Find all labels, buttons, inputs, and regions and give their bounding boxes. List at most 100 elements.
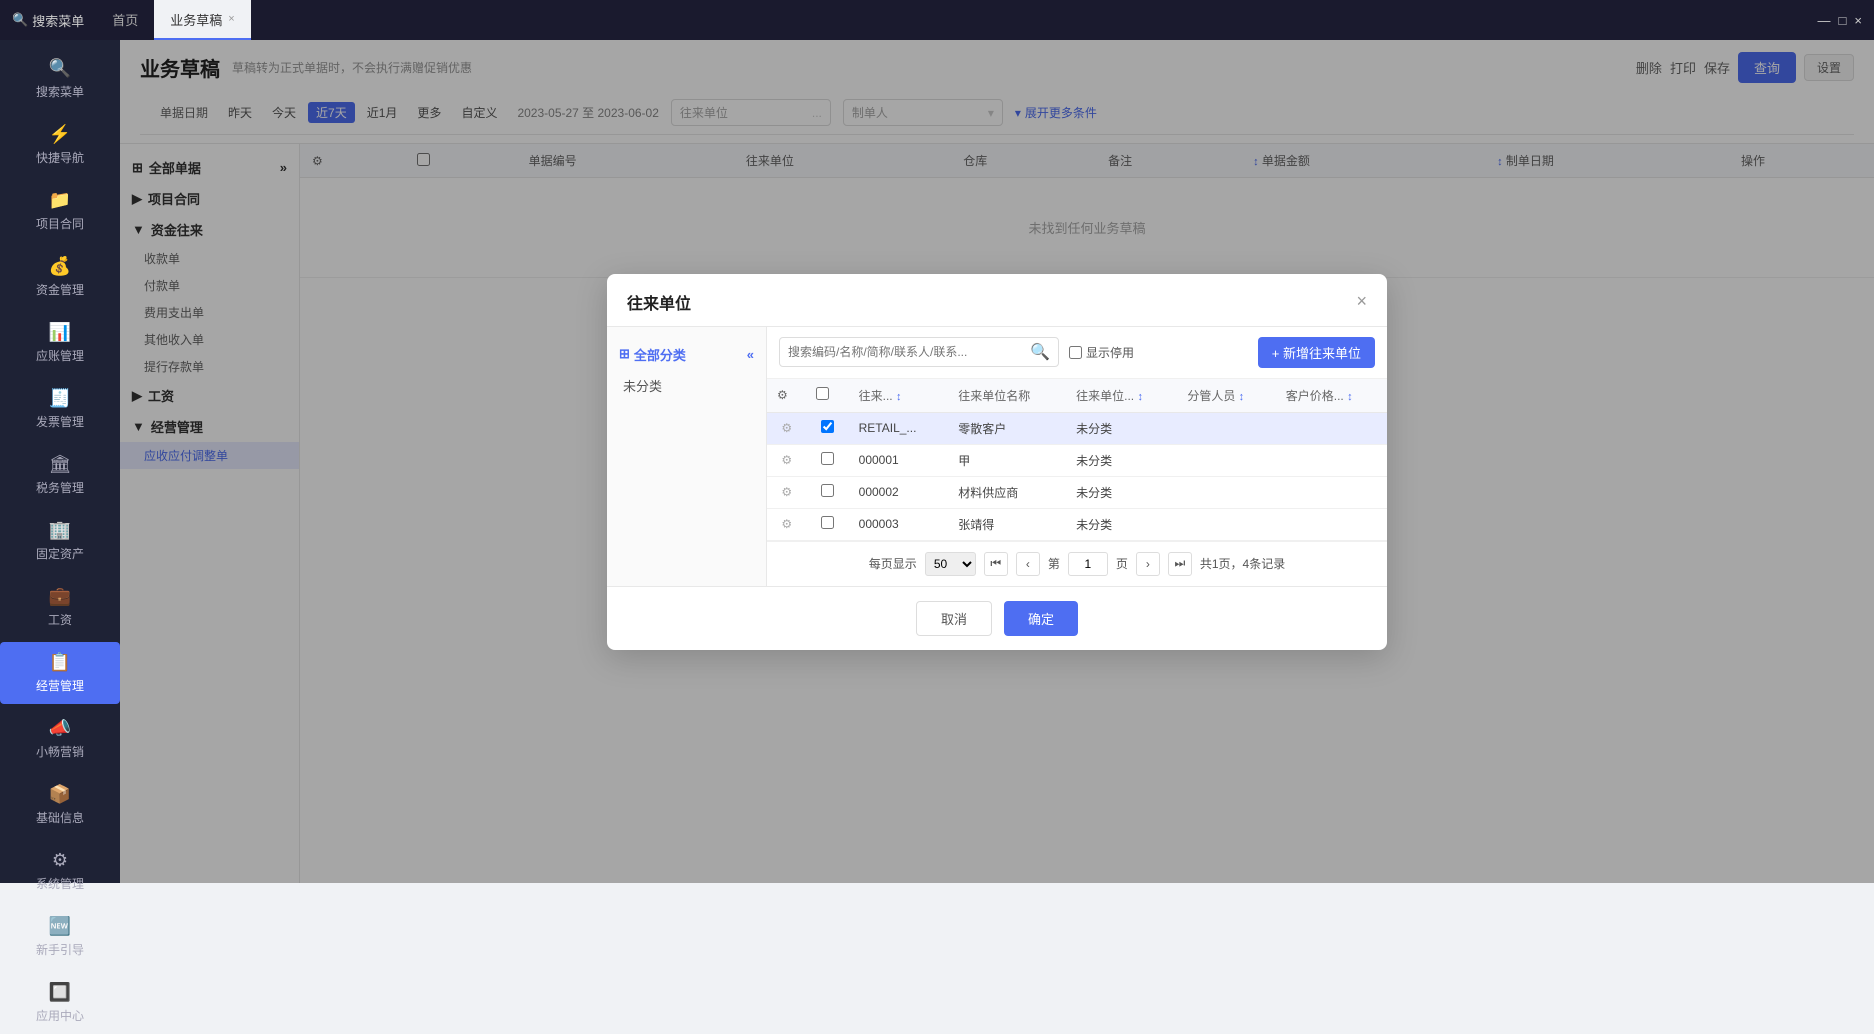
row-settings[interactable]: ⚙ (767, 444, 806, 476)
package-icon: 📦 (49, 784, 71, 805)
sidebar-label-appstore: 应用中心 (36, 1007, 84, 1024)
row-code: 000003 (849, 508, 949, 540)
search-menu[interactable]: 🔍 搜索菜单 (12, 11, 84, 30)
sidebar-label-salary: 工资 (48, 611, 72, 628)
sidebar-item-accounts[interactable]: 📊 应账管理 (0, 312, 120, 374)
sidebar-item-basic[interactable]: 📦 基础信息 (0, 774, 120, 836)
search-icon: 🔍 (49, 58, 71, 79)
collapse-modal-icon[interactable]: « (747, 347, 754, 362)
row-checkbox[interactable] (806, 412, 848, 444)
modal-col-name[interactable]: 往来单位名称 (948, 379, 1066, 413)
page-label-post: 页 (1116, 555, 1128, 572)
partner-modal: 往来单位 × ⊞ 全部分类 « 未分类 (607, 274, 1387, 650)
sidebar-item-quicknav[interactable]: ⚡ 快捷导航 (0, 114, 120, 176)
modal-table-row[interactable]: ⚙ 000003 张靖得 未分类 (767, 508, 1387, 540)
prev-page-btn[interactable]: ‹ (1016, 552, 1040, 576)
next-page-btn[interactable]: › (1136, 552, 1160, 576)
tab-home-label: 首页 (112, 10, 138, 29)
row-person (1177, 508, 1275, 540)
flash-icon: ⚡ (49, 124, 71, 145)
sidebar-item-ops[interactable]: 📋 经营管理 (0, 642, 120, 704)
modal-table: ⚙ 往来... ↕ 往来单位名称 往来单位... ↕ 分管人员 ↕ 客户价格..… (767, 379, 1387, 541)
sidebar-label-ops: 经营管理 (36, 677, 84, 694)
confirm-btn[interactable]: 确定 (1004, 601, 1078, 636)
sidebar-item-search[interactable]: 🔍 搜索菜单 (0, 48, 120, 110)
sidebar-label-search: 搜索菜单 (36, 83, 84, 100)
modal-pagination: 每页显示 50 100 ⏮ ‹ 第 页 › ⏭ 共 (767, 541, 1387, 586)
modal-col-checkbox[interactable] (806, 379, 848, 413)
modal-table-row[interactable]: ⚙ 000002 材料供应商 未分类 (767, 476, 1387, 508)
tab-draft-label: 业务草稿 (170, 10, 222, 29)
row-category: 未分类 (1066, 476, 1177, 508)
sidebar-item-invoice[interactable]: 🧾 发票管理 (0, 378, 120, 440)
modal-search-icon: 🔍 (1030, 342, 1050, 362)
row-person (1177, 444, 1275, 476)
last-page-btn[interactable]: ⏭ (1168, 552, 1192, 576)
modal-table-row[interactable]: ⚙ 000001 甲 未分类 (767, 444, 1387, 476)
app-icon: 🔲 (49, 982, 71, 1003)
all-category-btn[interactable]: ⊞ 全部分类 « (607, 339, 766, 370)
gear-icon: ⚙ (52, 850, 68, 871)
page-label-pre: 第 (1048, 555, 1060, 572)
modal-search-input[interactable] (788, 345, 1026, 359)
cancel-btn[interactable]: 取消 (916, 601, 992, 636)
sidebar-label-guide: 新手引导 (36, 941, 84, 958)
sidebar-label-finance: 资金管理 (36, 281, 84, 298)
row-price (1276, 412, 1387, 444)
building-icon: 🏢 (49, 520, 71, 541)
tax-icon: 🏛 (49, 454, 72, 475)
sidebar-item-guide[interactable]: 🆕 新手引导 (0, 906, 120, 968)
per-page-select[interactable]: 50 100 (925, 552, 976, 576)
row-settings[interactable]: ⚙ (767, 508, 806, 540)
add-partner-btn[interactable]: + 新增往来单位 (1258, 337, 1375, 368)
show-disabled-toggle[interactable]: 显示停用 (1069, 344, 1134, 361)
row-settings[interactable]: ⚙ (767, 476, 806, 508)
modal-col-price[interactable]: 客户价格... ↕ (1276, 379, 1387, 413)
modal-category-panel: ⊞ 全部分类 « 未分类 (607, 327, 767, 586)
modal-header: 往来单位 × (607, 274, 1387, 327)
row-checkbox[interactable] (806, 444, 848, 476)
modal-body: ⊞ 全部分类 « 未分类 🔍 (607, 327, 1387, 586)
sidebar-item-marketing[interactable]: 📣 小畅营销 (0, 708, 120, 770)
row-person (1177, 412, 1275, 444)
show-disabled-label: 显示停用 (1086, 344, 1134, 361)
row-settings[interactable]: ⚙ (767, 412, 806, 444)
first-page-btn[interactable]: ⏮ (984, 552, 1008, 576)
show-disabled-checkbox[interactable] (1069, 346, 1082, 359)
sidebar-item-appstore[interactable]: 🔲 应用中心 (0, 972, 120, 1034)
modal-col-category[interactable]: 往来单位... ↕ (1066, 379, 1177, 413)
marketing-icon: 📣 (49, 718, 71, 739)
sidebar-label-system: 系统管理 (36, 875, 84, 892)
modal-col-person[interactable]: 分管人员 ↕ (1177, 379, 1275, 413)
page-input[interactable] (1068, 552, 1108, 576)
tab-close-icon[interactable]: × (228, 13, 234, 25)
minimize-btn[interactable]: — (1818, 13, 1831, 28)
modal-search-box[interactable]: 🔍 (779, 337, 1059, 367)
new-icon: 🆕 (49, 916, 71, 937)
row-code: RETAIL_... (849, 412, 949, 444)
tab-home[interactable]: 首页 (96, 0, 154, 40)
sidebar-item-assets[interactable]: 🏢 固定资产 (0, 510, 120, 572)
main-layout: 🔍 搜索菜单 ⚡ 快捷导航 📁 项目合同 💰 资金管理 📊 应账管理 🧾 发票管… (0, 40, 1874, 883)
sidebar-item-tax[interactable]: 🏛 税务管理 (0, 444, 120, 506)
modal-close-btn[interactable]: × (1356, 291, 1367, 312)
tab-draft[interactable]: 业务草稿 × (154, 0, 250, 40)
row-person (1177, 476, 1275, 508)
invoice-icon: 🧾 (49, 388, 71, 409)
modal-backdrop[interactable]: 往来单位 × ⊞ 全部分类 « 未分类 (120, 40, 1874, 883)
modal-table-row[interactable]: ⚙ RETAIL_... 零散客户 未分类 (767, 412, 1387, 444)
sidebar-label-basic: 基础信息 (36, 809, 84, 826)
uncategorized-item[interactable]: 未分类 (607, 370, 766, 401)
content-area: 业务草稿 草稿转为正式单据时，不会执行满赠促销优惠 删除 打印 保存 查询 设置… (120, 40, 1874, 883)
row-checkbox[interactable] (806, 508, 848, 540)
sidebar-item-project[interactable]: 📁 项目合同 (0, 180, 120, 242)
modal-title: 往来单位 (627, 290, 691, 314)
maximize-btn[interactable]: □ (1839, 13, 1847, 28)
close-win-btn[interactable]: × (1854, 13, 1862, 28)
sidebar-item-salary[interactable]: 💼 工资 (0, 576, 120, 638)
sidebar-item-system[interactable]: ⚙ 系统管理 (0, 840, 120, 902)
modal-col-code[interactable]: 往来... ↕ (849, 379, 949, 413)
modal-col-settings[interactable]: ⚙ (767, 379, 806, 413)
row-checkbox[interactable] (806, 476, 848, 508)
sidebar-item-finance[interactable]: 💰 资金管理 (0, 246, 120, 308)
